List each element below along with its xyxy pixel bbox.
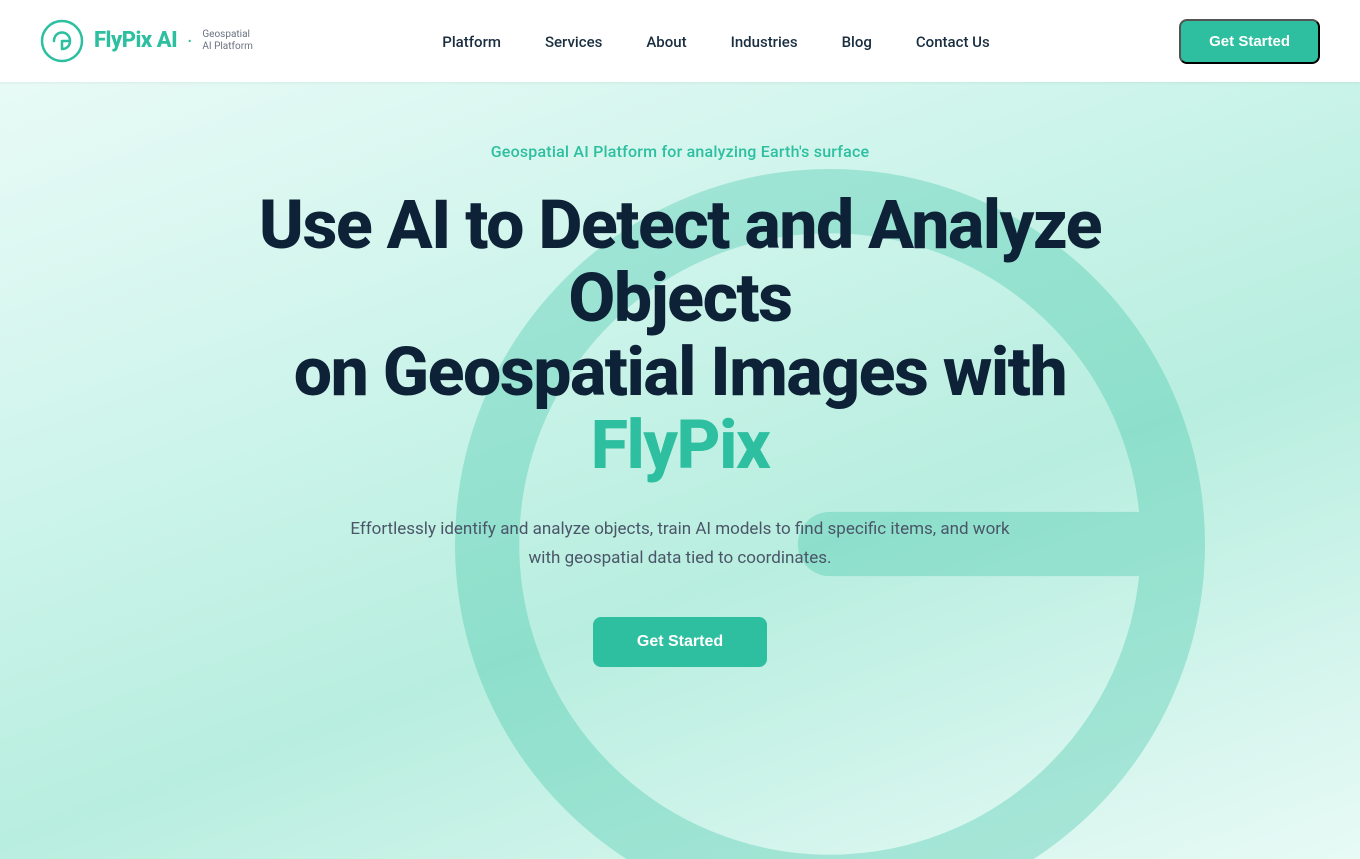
nav-item-services[interactable]: Services (527, 25, 620, 59)
nav-item-industries[interactable]: Industries (713, 25, 816, 59)
logo-icon (40, 19, 84, 63)
nav-links: Platform Services About Industries Blog … (424, 32, 1007, 51)
hero-subtitle: Geospatial AI Platform for analyzing Ear… (250, 142, 1110, 161)
navbar: FlyPix AI · Geospatial AI Platform Platf… (0, 0, 1360, 82)
logo-name: FlyPix AI (94, 29, 177, 53)
nav-item-platform[interactable]: Platform (424, 25, 519, 59)
logo-tagline: Geospatial AI Platform (202, 29, 253, 53)
hero-title: Use AI to Detect and Analyze Objects on … (250, 189, 1110, 483)
logo[interactable]: FlyPix AI · Geospatial AI Platform (40, 19, 253, 63)
nav-item-blog[interactable]: Blog (824, 25, 890, 59)
logo-separator: · (187, 29, 192, 53)
hero-content: Geospatial AI Platform for analyzing Ear… (230, 142, 1130, 667)
hero-section: Geospatial AI Platform for analyzing Ear… (0, 82, 1360, 859)
hero-description: Effortlessly identify and analyze object… (340, 515, 1020, 573)
nav-item-contact[interactable]: Contact Us (898, 25, 1008, 59)
nav-item-about[interactable]: About (628, 25, 704, 59)
logo-text-area: FlyPix AI · Geospatial AI Platform (94, 29, 253, 53)
nav-cta-button[interactable]: Get Started (1179, 19, 1320, 64)
hero-cta-button[interactable]: Get Started (593, 617, 767, 667)
